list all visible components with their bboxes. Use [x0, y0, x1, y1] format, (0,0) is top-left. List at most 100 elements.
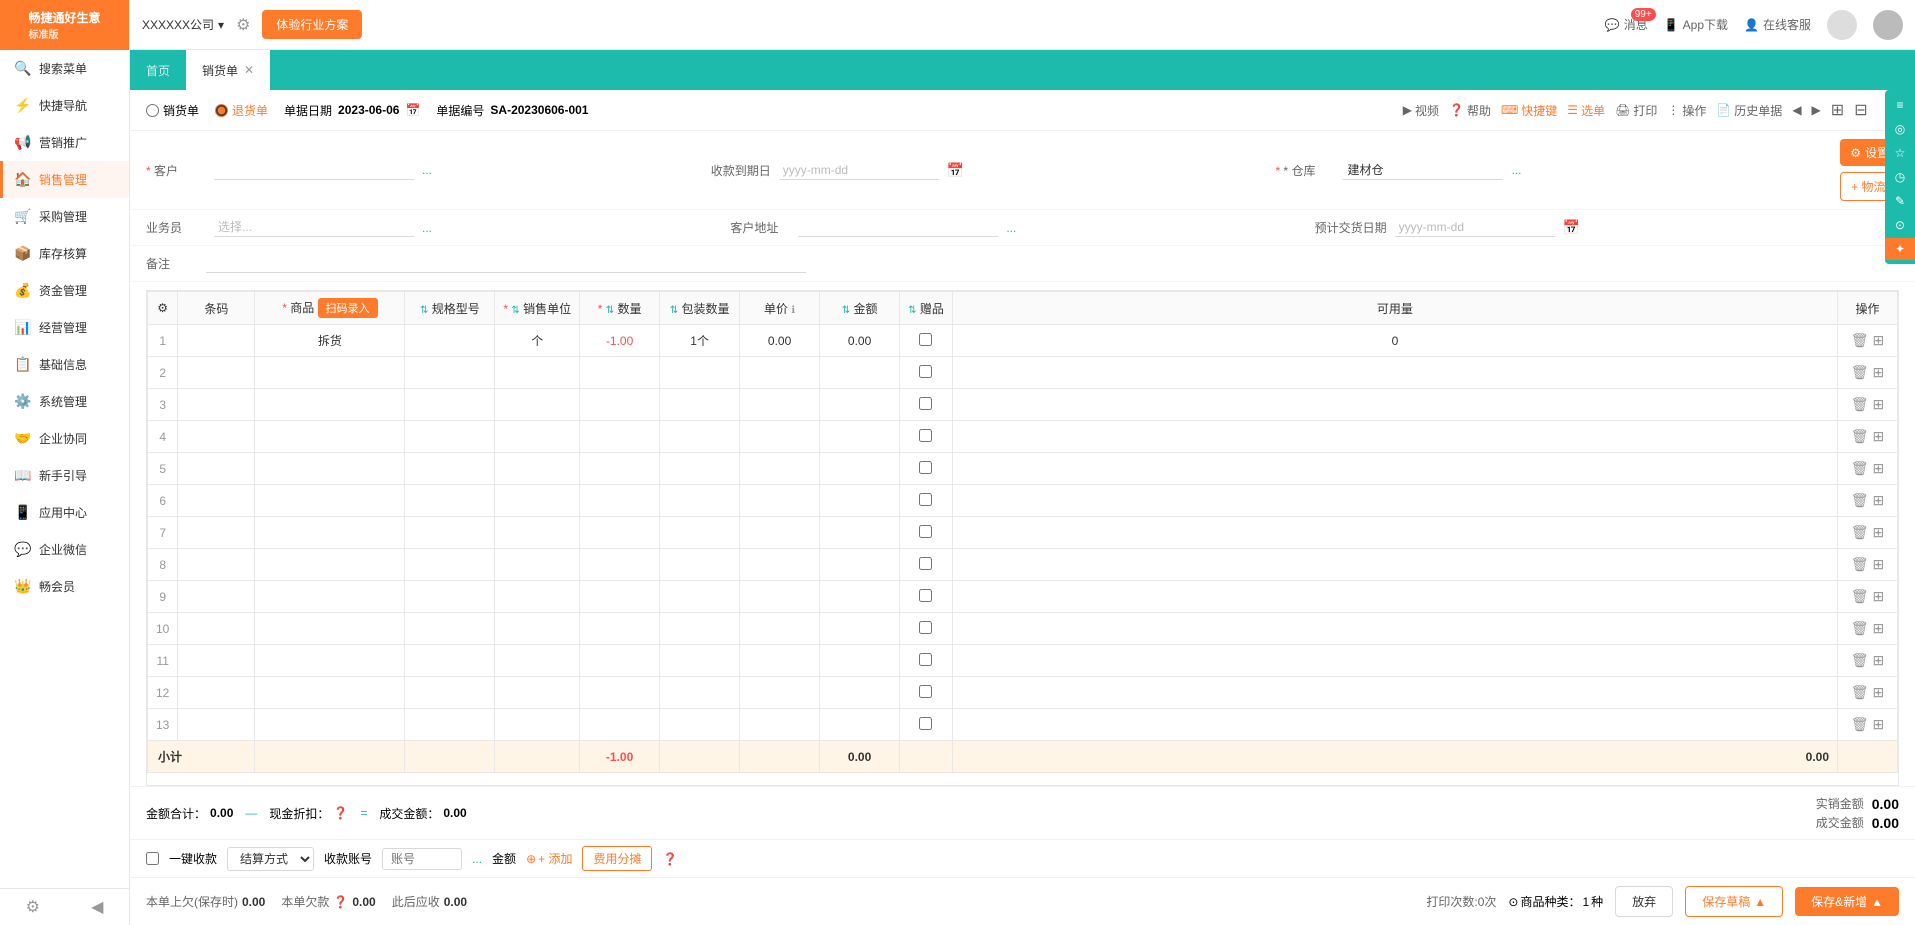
sidebar-item-system[interactable]: ⚙️ 系统管理	[0, 383, 129, 420]
delete-row-icon[interactable]: 🗑	[1851, 428, 1869, 445]
sidebar-item-marketing[interactable]: 📢 营销推广	[0, 124, 129, 161]
pack-qty-cell[interactable]	[660, 613, 740, 645]
user-avatar[interactable]	[1827, 10, 1857, 40]
sidebar-item-base-info[interactable]: 📋 基础信息	[0, 346, 129, 383]
barcode-cell[interactable]	[178, 645, 255, 677]
app-download-button[interactable]: 📱 App下载	[1664, 16, 1728, 33]
amount-cell[interactable]	[820, 453, 900, 485]
gift-cell[interactable]	[900, 709, 953, 741]
unit-cell[interactable]	[495, 549, 580, 581]
sidebar-item-finance[interactable]: 💰 资金管理	[0, 272, 129, 309]
tab-sales-order[interactable]: 销货单 ✕	[186, 50, 270, 90]
price-cell[interactable]	[740, 549, 820, 581]
spec-cell[interactable]	[405, 581, 495, 613]
gift-cell[interactable]	[900, 677, 953, 709]
sidebar-item-member[interactable]: 👑 畅会员	[0, 568, 129, 605]
price-cell[interactable]	[740, 581, 820, 613]
delete-row-icon[interactable]: 🗑	[1851, 716, 1869, 733]
pack-qty-cell[interactable]	[660, 357, 740, 389]
float-btn-3[interactable]: ☆	[1885, 142, 1915, 164]
delete-row-icon[interactable]: 🗑	[1851, 332, 1869, 349]
barcode-cell[interactable]	[178, 357, 255, 389]
price-cell[interactable]	[740, 421, 820, 453]
pack-qty-cell[interactable]	[660, 485, 740, 517]
unit-cell[interactable]	[495, 677, 580, 709]
pack-qty-cell[interactable]	[660, 677, 740, 709]
col-settings-header[interactable]: ⚙	[148, 292, 178, 325]
barcode-cell[interactable]	[178, 485, 255, 517]
copy-row-icon[interactable]: ⊞	[1873, 524, 1885, 541]
radio-sales-order[interactable]: 销货单	[146, 102, 199, 119]
pack-qty-cell[interactable]	[660, 517, 740, 549]
payment-date-input[interactable]	[779, 161, 939, 180]
amount-cell[interactable]	[820, 517, 900, 549]
payment-date-calendar-icon[interactable]: 📅	[947, 162, 964, 179]
unit-cell[interactable]	[495, 709, 580, 741]
amount-cell[interactable]	[820, 709, 900, 741]
nav-next-icon[interactable]: ▶	[1812, 103, 1821, 117]
sidebar-item-operations[interactable]: 📊 经营管理	[0, 309, 129, 346]
unit-cell[interactable]	[495, 421, 580, 453]
float-btn-5[interactable]: ✎	[1885, 190, 1915, 212]
gift-cell[interactable]	[900, 645, 953, 677]
gift-cell[interactable]	[900, 581, 953, 613]
product-cell[interactable]	[255, 453, 405, 485]
account-input[interactable]	[382, 848, 462, 870]
salesperson-input[interactable]	[214, 218, 414, 237]
pack-qty-cell[interactable]	[660, 645, 740, 677]
sidebar-item-guide[interactable]: 📖 新手引导	[0, 457, 129, 494]
amount-cell[interactable]	[820, 421, 900, 453]
delete-row-icon[interactable]: 🗑	[1851, 396, 1869, 413]
qty-cell[interactable]	[580, 517, 660, 549]
barcode-cell[interactable]	[178, 517, 255, 549]
sidebar-item-cooperation[interactable]: 🤝 企业协同	[0, 420, 129, 457]
float-btn-2[interactable]: ◎	[1885, 118, 1915, 140]
delete-row-icon[interactable]: 🗑	[1851, 524, 1869, 541]
debt-help-icon[interactable]: ❓	[333, 895, 348, 909]
amount-cell[interactable]	[820, 677, 900, 709]
spec-cell[interactable]	[405, 485, 495, 517]
qty-cell[interactable]	[580, 485, 660, 517]
price-cell[interactable]	[740, 613, 820, 645]
ops-action[interactable]: ⋮ 操作	[1667, 102, 1706, 119]
account-dots[interactable]: ...	[472, 852, 482, 866]
sidebar-collapse-btn[interactable]: ◀	[91, 897, 103, 917]
pack-qty-cell[interactable]	[660, 549, 740, 581]
spec-cell[interactable]	[405, 677, 495, 709]
delete-row-icon[interactable]: 🗑	[1851, 492, 1869, 509]
amount-cell[interactable]: 0.00	[820, 325, 900, 357]
customer-dots[interactable]: ...	[422, 163, 432, 177]
unit-cell[interactable]	[495, 581, 580, 613]
gift-cell[interactable]	[900, 325, 953, 357]
unit-cell[interactable]	[495, 645, 580, 677]
one-click-payment-checkbox[interactable]	[146, 852, 159, 865]
warehouse-input[interactable]	[1343, 161, 1503, 180]
copy-row-icon[interactable]: ⊞	[1873, 684, 1885, 701]
pack-qty-cell[interactable]: 1个	[660, 325, 740, 357]
copy-row-icon[interactable]: ⊞	[1873, 620, 1885, 637]
barcode-cell[interactable]	[178, 421, 255, 453]
view-list-icon[interactable]: ⊞	[1831, 100, 1844, 120]
print-action[interactable]: 🖨 打印	[1615, 102, 1657, 119]
delete-row-icon[interactable]: 🗑	[1851, 652, 1869, 669]
video-action[interactable]: ▶ 视频	[1403, 102, 1439, 119]
price-cell[interactable]	[740, 357, 820, 389]
gift-cell[interactable]	[900, 453, 953, 485]
spec-cell[interactable]	[405, 453, 495, 485]
pack-qty-cell[interactable]	[660, 421, 740, 453]
radio-return-order[interactable]: 退货单	[215, 102, 268, 119]
float-btn-orange[interactable]: ✦	[1885, 238, 1915, 260]
qty-cell[interactable]: -1.00	[580, 325, 660, 357]
sidebar-settings-btn[interactable]: ⚙	[26, 897, 40, 917]
delete-row-icon[interactable]: 🗑	[1851, 364, 1869, 381]
online-service-button[interactable]: 👤 在线客服	[1744, 16, 1811, 33]
sidebar-item-sales[interactable]: 🏠 销售管理	[0, 161, 129, 198]
unit-cell[interactable]: 个	[495, 325, 580, 357]
view-grid-icon[interactable]: ⊟	[1854, 100, 1867, 120]
trial-button[interactable]: 体验行业方案	[262, 10, 362, 39]
amount-cell[interactable]	[820, 613, 900, 645]
add-payment-button[interactable]: ⊕ + 添加	[526, 850, 572, 867]
calc-method-select[interactable]: 结算方式	[227, 847, 314, 871]
sidebar-item-wechat[interactable]: 💬 企业微信	[0, 531, 129, 568]
product-cell[interactable]	[255, 389, 405, 421]
